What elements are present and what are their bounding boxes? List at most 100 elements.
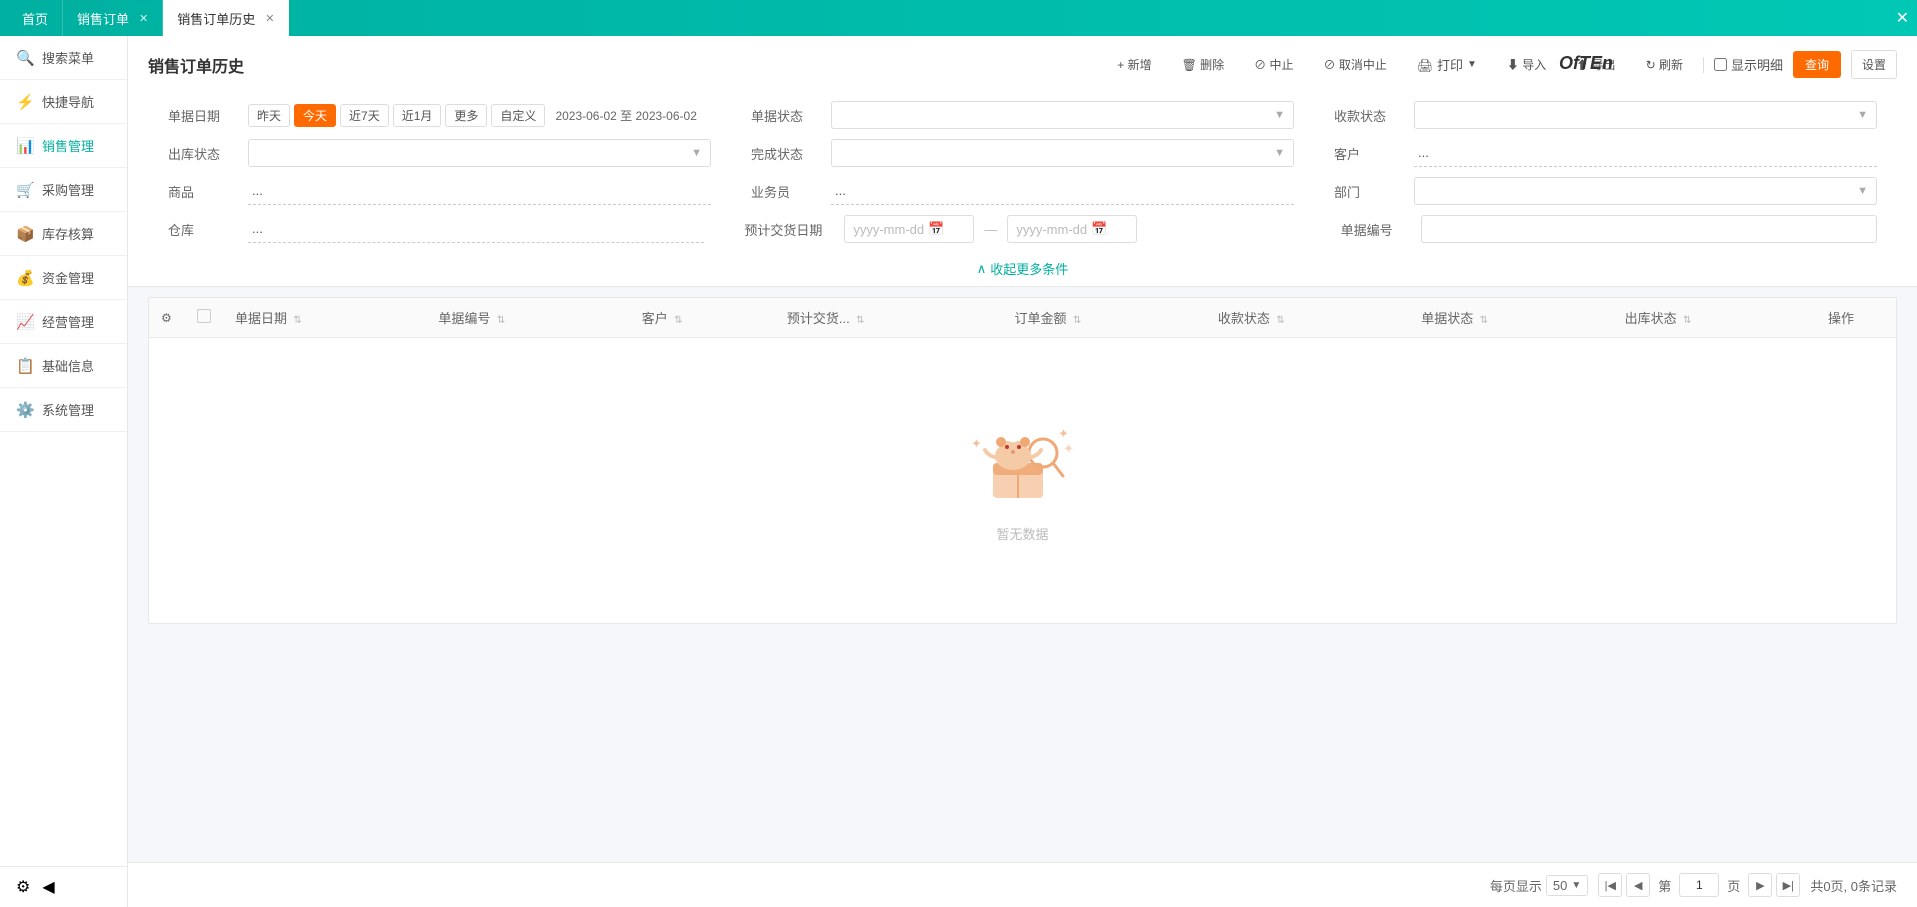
- doc-no-input[interactable]: [1421, 215, 1877, 243]
- sidebar-item-finance[interactable]: 💰 资金管理: [0, 256, 127, 300]
- out-status-select[interactable]: ▼: [248, 139, 711, 167]
- complete-status-select[interactable]: ▼: [831, 139, 1294, 167]
- sidebar-item-quick-nav[interactable]: ⚡ 快捷导航: [0, 80, 127, 124]
- sidebar-collapse-icon[interactable]: ◀: [42, 877, 54, 897]
- filter-row-3: 商品 ... 业务员 ... 部门: [168, 177, 1877, 205]
- sidebar-item-operations-label: 经营管理: [42, 312, 94, 331]
- sidebar-item-basic-info[interactable]: 📋 基础信息: [0, 344, 127, 388]
- th-doc-status[interactable]: 单据状态 ⇅: [1409, 298, 1612, 338]
- delivery-date-from[interactable]: yyyy-mm-dd 📅: [844, 215, 974, 243]
- th-out-status[interactable]: 出库状态 ⇅: [1613, 298, 1816, 338]
- top-bar-right: OfTEn ✕: [1888, 8, 1909, 28]
- export-button[interactable]: ⬆ 导出: [1566, 51, 1625, 78]
- sidebar-item-system-mgmt[interactable]: ⚙️ 系统管理: [0, 388, 127, 432]
- date-range-text: 2023-06-02 至 2023-06-02: [555, 107, 696, 124]
- import-button[interactable]: ⬇ 导入: [1497, 51, 1556, 78]
- tab-sales-order-label: 销售订单: [77, 9, 129, 28]
- date-btn-more[interactable]: 更多: [445, 104, 487, 127]
- th-checkbox[interactable]: [185, 298, 223, 338]
- per-page-arrow-icon: ▼: [1571, 880, 1581, 891]
- doc-status-select[interactable]: ▼: [831, 101, 1294, 129]
- tab-sales-order-history-close[interactable]: ✕: [265, 12, 274, 25]
- sort-arrows-doc-no: ⇅: [497, 315, 505, 326]
- date-filter-btns: 昨天 今天 近7天 近1月 更多 自定义 2023-06-02 至 2023-0…: [248, 104, 697, 127]
- date-btn-today[interactable]: 今天: [294, 104, 336, 127]
- th-settings[interactable]: ⚙: [149, 298, 185, 338]
- filter-row-4: 仓库 ... 预计交货日期 yyyy-mm-dd 📅 —: [168, 215, 1877, 243]
- salesperson-input[interactable]: ...: [831, 177, 1294, 205]
- table-header-row: ⚙ 单据日期 ⇅ 单据编号 ⇅ 客户: [149, 298, 1896, 338]
- page-suffix-label: 页: [1727, 876, 1740, 895]
- settings-button[interactable]: 设置: [1851, 50, 1897, 79]
- date-btn-yesterday[interactable]: 昨天: [248, 104, 290, 127]
- table-area: ⚙ 单据日期 ⇅ 单据编号 ⇅ 客户: [128, 287, 1917, 862]
- prev-page-btn[interactable]: ◀: [1626, 873, 1650, 897]
- date-btn-7days[interactable]: 近7天: [340, 104, 389, 127]
- date-btn-custom[interactable]: 自定义: [491, 104, 545, 127]
- tab-sales-order-close[interactable]: ✕: [139, 12, 148, 25]
- stop-button[interactable]: ⊘ 中止: [1244, 51, 1303, 78]
- query-button[interactable]: 查询: [1793, 51, 1841, 78]
- sidebar-item-operations[interactable]: 📈 经营管理: [0, 300, 127, 344]
- doc-status-control: ▼: [831, 101, 1294, 129]
- tab-home[interactable]: 首页: [8, 0, 63, 36]
- new-button[interactable]: + 新增: [1107, 51, 1161, 78]
- delivery-date-from-icon: 📅: [928, 221, 944, 237]
- sidebar-item-inventory[interactable]: 📦 库存核算: [0, 212, 127, 256]
- payment-status-control: ▼: [1414, 101, 1877, 129]
- page-title-row: 销售订单历史 + 新增 🗑 删除 ⊘ 中止 ⊘ 取消中止 🖨 打印 ▼ ⬇ 导入…: [148, 50, 1897, 79]
- warehouse-label: 仓库: [168, 220, 248, 239]
- delivery-date-to[interactable]: yyyy-mm-dd 📅: [1007, 215, 1137, 243]
- dept-select[interactable]: ▼: [1414, 177, 1877, 205]
- out-status-control: ▼: [248, 139, 711, 167]
- doc-status-arrow-icon: ▼: [1274, 109, 1285, 121]
- delivery-date-from-text: yyyy-mm-dd: [853, 222, 924, 237]
- empty-text: 暂无数据: [996, 524, 1048, 543]
- show-detail-input[interactable]: [1714, 58, 1727, 71]
- th-date[interactable]: 单据日期 ⇅: [223, 298, 426, 338]
- warehouse-input[interactable]: ...: [248, 215, 704, 243]
- salesperson-label: 业务员: [751, 182, 831, 201]
- page-title: 销售订单历史: [148, 53, 244, 77]
- date-btn-1month[interactable]: 近1月: [393, 104, 442, 127]
- show-detail-checkbox[interactable]: 显示明细: [1714, 55, 1783, 74]
- per-page-box[interactable]: 50 ▼: [1546, 875, 1588, 896]
- sidebar-item-basic-info-label: 基础信息: [42, 356, 94, 375]
- delivery-date-label: 预计交货日期: [744, 220, 844, 239]
- payment-status-select[interactable]: ▼: [1414, 101, 1877, 129]
- print-button[interactable]: 🖨 打印 ▼: [1407, 50, 1487, 79]
- window-close-btn[interactable]: ✕: [1896, 8, 1909, 28]
- th-customer[interactable]: 客户 ⇅: [630, 298, 775, 338]
- tab-home-label: 首页: [22, 9, 48, 28]
- sort-arrows-amount: ⇅: [1073, 315, 1081, 326]
- th-delivery-date[interactable]: 预计交货... ⇅: [775, 298, 1003, 338]
- tab-sales-order[interactable]: 销售订单 ✕: [63, 0, 163, 36]
- tab-sales-order-history[interactable]: 销售订单历史 ✕: [163, 0, 289, 36]
- collapse-row[interactable]: ∧ 收起更多条件: [168, 253, 1877, 286]
- goods-dots: ...: [252, 183, 263, 198]
- sidebar-item-search-menu[interactable]: 🔍 搜索菜单: [0, 36, 127, 80]
- th-order-amount[interactable]: 订单金额 ⇅: [1002, 298, 1205, 338]
- cancel-stop-button[interactable]: ⊘ 取消中止: [1314, 51, 1397, 78]
- first-page-btn[interactable]: |◀: [1598, 873, 1622, 897]
- payment-status-arrow-icon: ▼: [1857, 109, 1868, 121]
- customer-input[interactable]: ...: [1414, 139, 1877, 167]
- dept-control: ▼: [1414, 177, 1877, 205]
- goods-input[interactable]: ...: [248, 177, 711, 205]
- th-doc-no[interactable]: 单据编号 ⇅: [426, 298, 629, 338]
- page-input[interactable]: [1679, 873, 1719, 897]
- next-page-btn[interactable]: ▶: [1748, 873, 1772, 897]
- sidebar-item-sales-mgmt[interactable]: 📊 销售管理: [0, 124, 127, 168]
- data-table: ⚙ 单据日期 ⇅ 单据编号 ⇅ 客户: [149, 298, 1896, 623]
- sidebar-settings-icon[interactable]: ⚙: [16, 877, 30, 897]
- delete-button[interactable]: 🗑 删除: [1172, 51, 1235, 78]
- th-payment-status[interactable]: 收款状态 ⇅: [1206, 298, 1409, 338]
- sidebar-item-system-mgmt-label: 系统管理: [42, 400, 94, 419]
- delivery-date-to-icon: 📅: [1091, 221, 1107, 237]
- last-page-btn[interactable]: ▶|: [1776, 873, 1800, 897]
- select-all-checkbox[interactable]: [197, 309, 211, 323]
- th-action: 操作: [1816, 298, 1896, 338]
- sidebar-item-purchase-mgmt[interactable]: 🛒 采购管理: [0, 168, 127, 212]
- refresh-button[interactable]: ↻ 刷新: [1636, 51, 1693, 78]
- svg-text:✦: ✦: [1058, 426, 1069, 441]
